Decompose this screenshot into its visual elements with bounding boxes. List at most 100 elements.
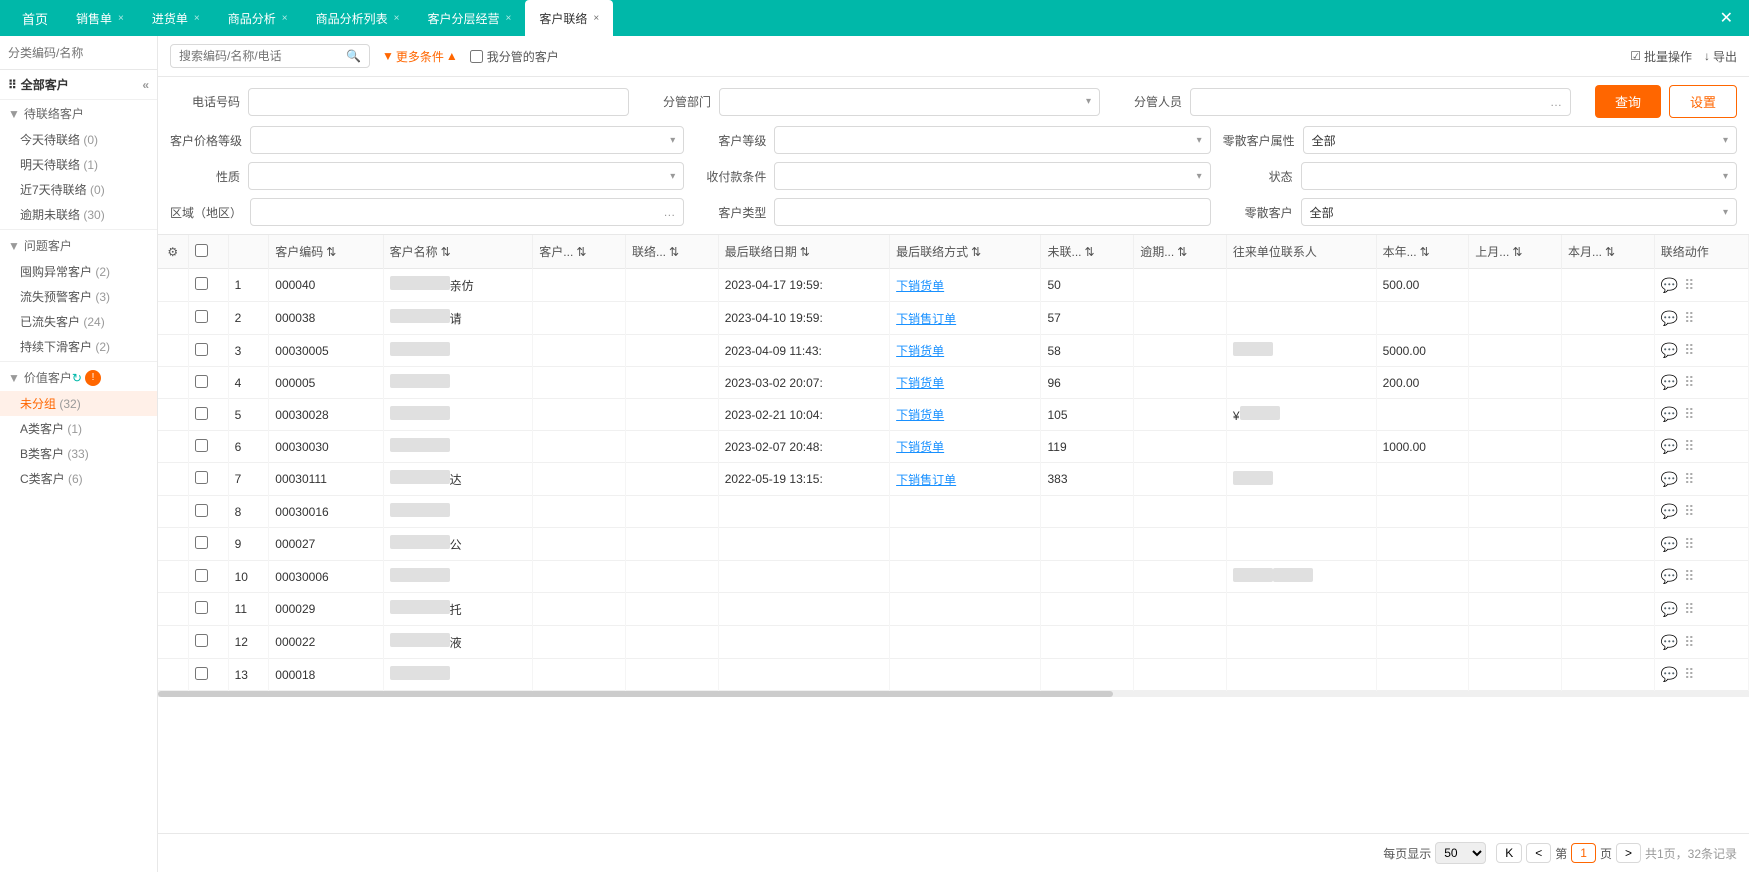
customer-level-select[interactable]: ▾	[774, 126, 1210, 154]
td-checkbox[interactable]	[188, 431, 228, 463]
customer-search-input[interactable]	[179, 49, 346, 63]
th-last-contact-date[interactable]: 最后联络日期⇅	[718, 235, 889, 269]
th-no-contact[interactable]: 未联...⇅	[1041, 235, 1134, 269]
row-checkbox[interactable]	[195, 407, 208, 420]
chat-icon[interactable]: 💬	[1661, 438, 1678, 455]
status-select[interactable]: ▾	[1301, 162, 1737, 190]
nav-tab-product-list[interactable]: 商品分析列表 ×	[302, 0, 414, 36]
grid-action-icon[interactable]: ⠿	[1684, 374, 1694, 391]
nav-tab-purchase[interactable]: 进货单 ×	[138, 0, 214, 36]
sidebar-item-overdue-contact[interactable]: 逾期未联络 (30)	[0, 202, 157, 227]
td-checkbox[interactable]	[188, 335, 228, 367]
sidebar-search-input[interactable]	[8, 46, 158, 60]
chat-icon[interactable]: 💬	[1661, 310, 1678, 327]
th-name[interactable]: 客户名称⇅	[383, 235, 533, 269]
row-checkbox[interactable]	[195, 310, 208, 323]
close-all-button[interactable]: ✕	[1712, 8, 1741, 28]
first-page-button[interactable]: K	[1496, 843, 1522, 863]
search-box[interactable]: 🔍	[170, 44, 370, 68]
next-page-button[interactable]: >	[1616, 843, 1641, 863]
grid-action-icon[interactable]: ⠿	[1684, 503, 1694, 520]
refresh-icon[interactable]: ↻	[72, 371, 82, 385]
sidebar-item-tomorrow-pending[interactable]: 明天待联络 (1)	[0, 152, 157, 177]
sidebar-item-class-b[interactable]: B类客户 (33)	[0, 441, 157, 466]
department-select[interactable]: ▾	[719, 88, 1100, 116]
select-all-checkbox[interactable]	[195, 244, 208, 257]
contact-method-link[interactable]: 下销售订单	[896, 312, 956, 326]
sidebar-item-hoarding-abnormal[interactable]: 囤购异常客户 (2)	[0, 259, 157, 284]
row-checkbox[interactable]	[195, 343, 208, 356]
row-checkbox[interactable]	[195, 536, 208, 549]
my-customers-check[interactable]	[470, 50, 483, 63]
grid-action-icon[interactable]: ⠿	[1684, 438, 1694, 455]
phone-input[interactable]	[248, 88, 629, 116]
retail-attr-select[interactable]: 全部▾	[1303, 126, 1737, 154]
row-checkbox[interactable]	[195, 277, 208, 290]
th-last-contact-method[interactable]: 最后联络方式⇅	[890, 235, 1041, 269]
customer-type-input[interactable]	[774, 198, 1210, 226]
grid-action-icon[interactable]: ⠿	[1684, 277, 1694, 294]
th-type[interactable]: 客户...⇅	[533, 235, 626, 269]
contact-method-link[interactable]: 下销售订单	[896, 473, 956, 487]
chat-icon[interactable]: 💬	[1661, 666, 1678, 683]
th-settings[interactable]: ⚙	[158, 235, 188, 269]
sidebar-item-class-a[interactable]: A类客户 (1)	[0, 416, 157, 441]
td-checkbox[interactable]	[188, 269, 228, 302]
sidebar-item-today-pending[interactable]: 今天待联络 (0)	[0, 127, 157, 152]
sidebar-item-churned[interactable]: 已流失客户 (24)	[0, 309, 157, 334]
row-checkbox[interactable]	[195, 471, 208, 484]
row-checkbox[interactable]	[195, 667, 208, 680]
td-checkbox[interactable]	[188, 626, 228, 659]
sidebar-item-class-c[interactable]: C类客户 (6)	[0, 466, 157, 491]
retail-customer-select[interactable]: 全部▾	[1301, 198, 1737, 226]
grid-action-icon[interactable]: ⠿	[1684, 471, 1694, 488]
current-page[interactable]: 1	[1571, 843, 1596, 863]
th-code[interactable]: 客户编码⇅	[269, 235, 383, 269]
th-this-year[interactable]: 本年...⇅	[1376, 235, 1469, 269]
chat-icon[interactable]: 💬	[1661, 634, 1678, 651]
sidebar-item-7day-pending[interactable]: 近7天待联络 (0)	[0, 177, 157, 202]
close-purchase-tab-icon[interactable]: ×	[194, 13, 200, 24]
grid-action-icon[interactable]: ⠿	[1684, 406, 1694, 423]
close-customer-tier-tab-icon[interactable]: ×	[505, 13, 511, 24]
sidebar-group-pending[interactable]: ▼ 待联络客户	[0, 100, 157, 127]
td-checkbox[interactable]	[188, 659, 228, 691]
reset-button[interactable]: 设置	[1669, 85, 1737, 118]
sidebar-group-problem[interactable]: ▼ 问题客户	[0, 232, 157, 259]
chat-icon[interactable]: 💬	[1661, 406, 1678, 423]
chat-icon[interactable]: 💬	[1661, 568, 1678, 585]
more-conditions-button[interactable]: ▼ 更多条件 ▲	[382, 48, 458, 65]
search-icon[interactable]: 🔍	[346, 49, 361, 63]
grid-action-icon[interactable]: ⠿	[1684, 601, 1694, 618]
contact-method-link[interactable]: 下销货单	[896, 440, 944, 454]
page-size-select[interactable]: 50 100 200	[1435, 842, 1486, 864]
batch-action-button[interactable]: ☑ 批量操作	[1630, 48, 1692, 65]
td-checkbox[interactable]	[188, 399, 228, 431]
row-checkbox[interactable]	[195, 439, 208, 452]
manager-input[interactable]: …	[1190, 88, 1571, 116]
chat-icon[interactable]: 💬	[1661, 503, 1678, 520]
th-contact[interactable]: 联络...⇅	[626, 235, 719, 269]
row-checkbox[interactable]	[195, 504, 208, 517]
close-sales-tab-icon[interactable]: ×	[118, 13, 124, 24]
td-checkbox[interactable]	[188, 496, 228, 528]
grid-action-icon[interactable]: ⠿	[1684, 342, 1694, 359]
td-checkbox[interactable]	[188, 463, 228, 496]
chat-icon[interactable]: 💬	[1661, 374, 1678, 391]
th-unit-contact[interactable]: 往来单位联系人	[1226, 235, 1376, 269]
query-button[interactable]: 查询	[1595, 85, 1661, 118]
close-product-list-tab-icon[interactable]: ×	[394, 13, 400, 24]
price-level-select[interactable]: ▾	[250, 126, 684, 154]
contact-method-link[interactable]: 下销货单	[896, 279, 944, 293]
td-checkbox[interactable]	[188, 367, 228, 399]
row-checkbox[interactable]	[195, 601, 208, 614]
grid-action-icon[interactable]: ⠿	[1684, 634, 1694, 651]
td-checkbox[interactable]	[188, 593, 228, 626]
export-button[interactable]: ↓ 导出	[1704, 48, 1737, 65]
my-customers-checkbox[interactable]: 我分管的客户	[470, 48, 559, 65]
row-checkbox[interactable]	[195, 634, 208, 647]
td-checkbox[interactable]	[188, 528, 228, 561]
sidebar-all-customers[interactable]: ⠿ 全部客户 «	[0, 70, 157, 100]
grid-action-icon[interactable]: ⠿	[1684, 568, 1694, 585]
nav-tab-sales[interactable]: 销售单 ×	[62, 0, 138, 36]
